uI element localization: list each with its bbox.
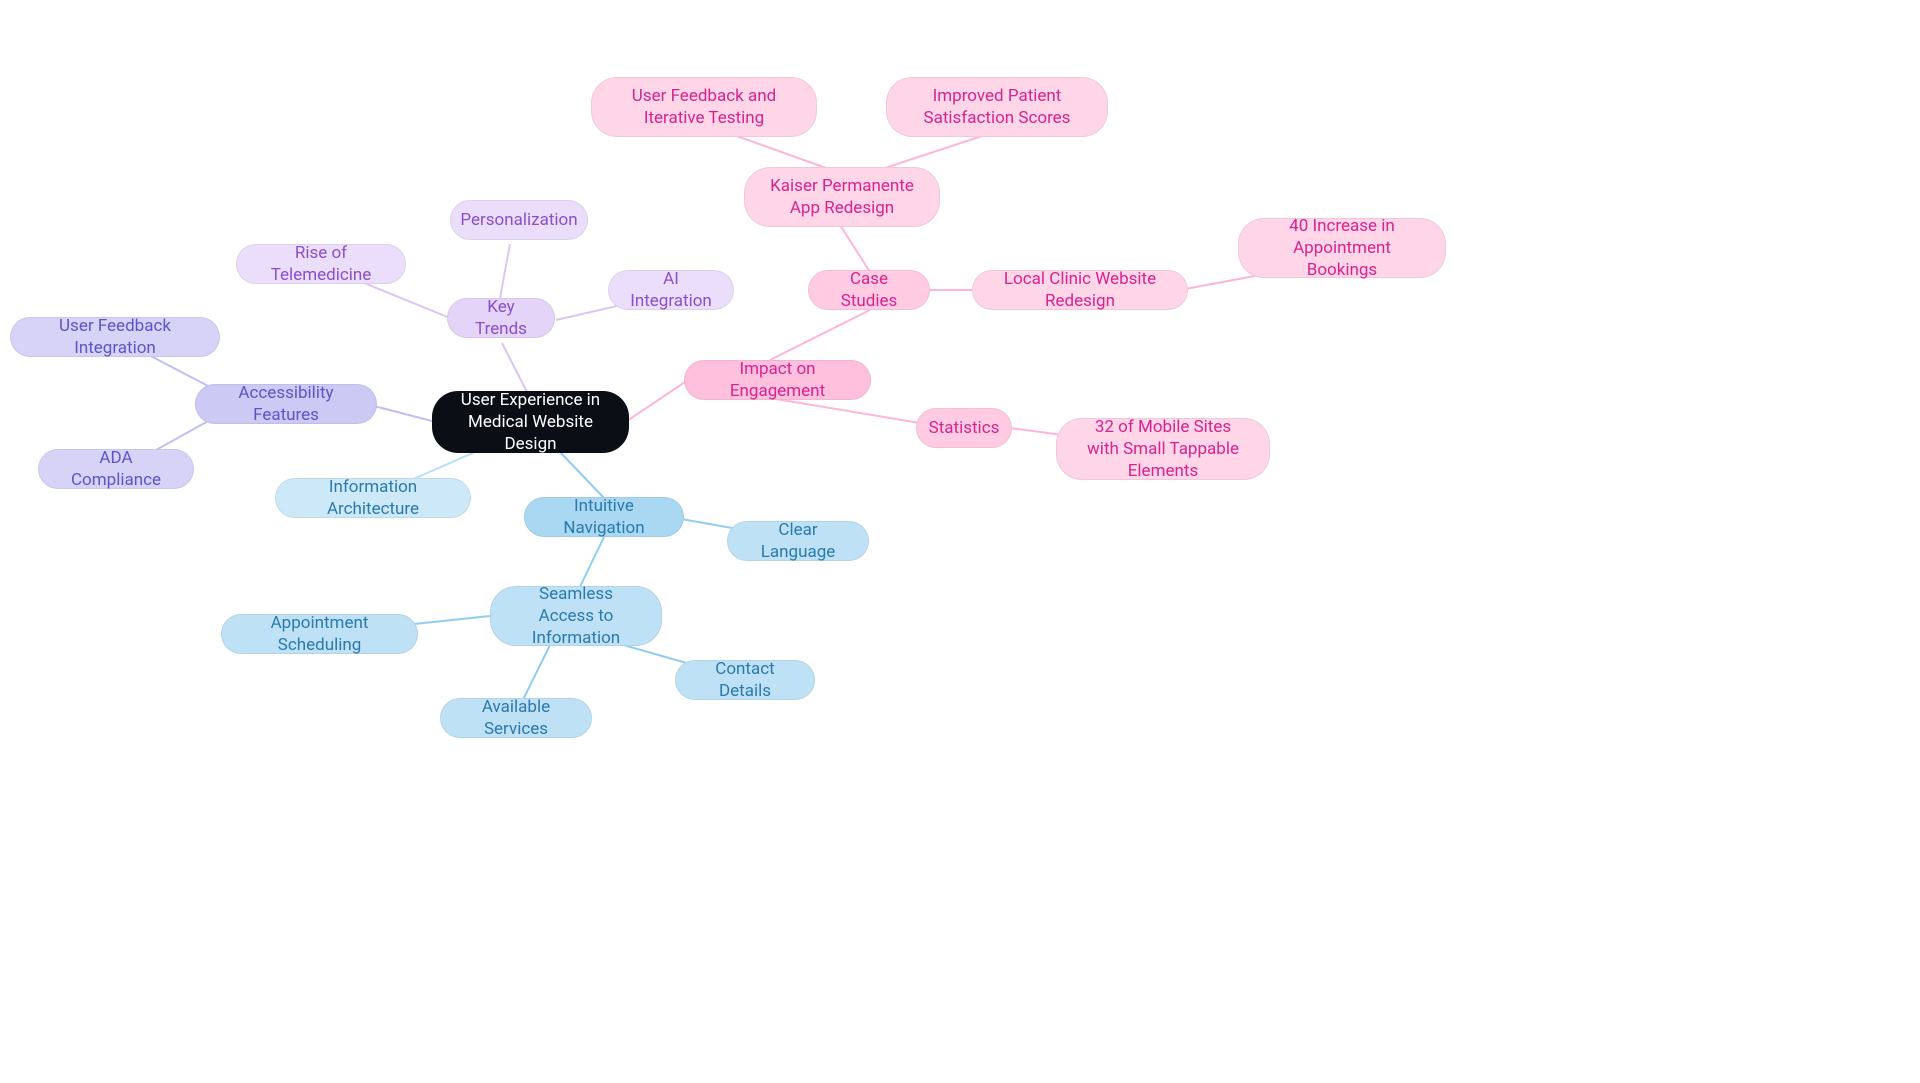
node-seamless-access[interactable]: Seamless Access to Information (490, 586, 662, 646)
label: Statistics (929, 417, 1000, 439)
node-personalization[interactable]: Personalization (450, 200, 588, 240)
node-ai-integration[interactable]: AI Integration (608, 270, 734, 310)
node-key-trends[interactable]: Key Trends (447, 298, 555, 338)
label: User Feedback and Iterative Testing (616, 85, 792, 129)
label: Information Architecture (300, 476, 446, 520)
label: Accessibility Features (220, 382, 352, 426)
label: Intuitive Navigation (549, 495, 659, 539)
label: User Feedback Integration (35, 315, 195, 359)
node-patient-satisfaction[interactable]: Improved Patient Satisfaction Scores (886, 77, 1108, 137)
node-appointment-scheduling[interactable]: Appointment Scheduling (221, 614, 418, 654)
label: Case Studies (833, 268, 905, 312)
node-information-architecture[interactable]: Information Architecture (275, 478, 471, 518)
edge-layer (0, 0, 1920, 1083)
label: ADA Compliance (63, 447, 169, 491)
label: Contact Details (700, 658, 790, 702)
label: AI Integration (630, 268, 712, 312)
label: Improved Patient Satisfaction Scores (911, 85, 1083, 129)
label: Rise of Telemedicine (261, 242, 381, 286)
label: Key Trends (472, 296, 530, 340)
node-telemedicine[interactable]: Rise of Telemedicine (236, 244, 406, 284)
node-case-studies[interactable]: Case Studies (808, 270, 930, 310)
label: Available Services (465, 696, 567, 740)
node-user-feedback-testing[interactable]: User Feedback and Iterative Testing (591, 77, 817, 137)
label: 40 Increase in Appointment Bookings (1263, 215, 1421, 281)
label: Local Clinic Website Redesign (997, 268, 1163, 312)
node-mobile-stat[interactable]: 32 of Mobile Sites with Small Tappable E… (1056, 418, 1270, 480)
node-available-services[interactable]: Available Services (440, 698, 592, 738)
label: Impact on Engagement (709, 358, 846, 402)
node-appointment-bookings[interactable]: 40 Increase in Appointment Bookings (1238, 218, 1446, 278)
node-intuitive-navigation[interactable]: Intuitive Navigation (524, 497, 684, 537)
label: Seamless Access to Information (515, 583, 637, 649)
root-node[interactable]: User Experience in Medical Website Desig… (432, 391, 629, 453)
node-ada-compliance[interactable]: ADA Compliance (38, 449, 194, 489)
label: Kaiser Permanente App Redesign (769, 175, 915, 219)
node-kaiser[interactable]: Kaiser Permanente App Redesign (744, 167, 940, 227)
root-label: User Experience in Medical Website Desig… (456, 389, 605, 455)
node-clear-language[interactable]: Clear Language (727, 521, 869, 561)
label: Clear Language (752, 519, 844, 563)
node-statistics[interactable]: Statistics (916, 408, 1012, 448)
node-user-feedback-integration[interactable]: User Feedback Integration (10, 317, 220, 357)
label: Personalization (460, 209, 577, 231)
label: 32 of Mobile Sites with Small Tappable E… (1081, 416, 1245, 482)
node-impact[interactable]: Impact on Engagement (684, 360, 871, 400)
label: Appointment Scheduling (246, 612, 393, 656)
node-contact-details[interactable]: Contact Details (675, 660, 815, 700)
node-local-clinic[interactable]: Local Clinic Website Redesign (972, 270, 1188, 310)
node-accessibility[interactable]: Accessibility Features (195, 384, 377, 424)
